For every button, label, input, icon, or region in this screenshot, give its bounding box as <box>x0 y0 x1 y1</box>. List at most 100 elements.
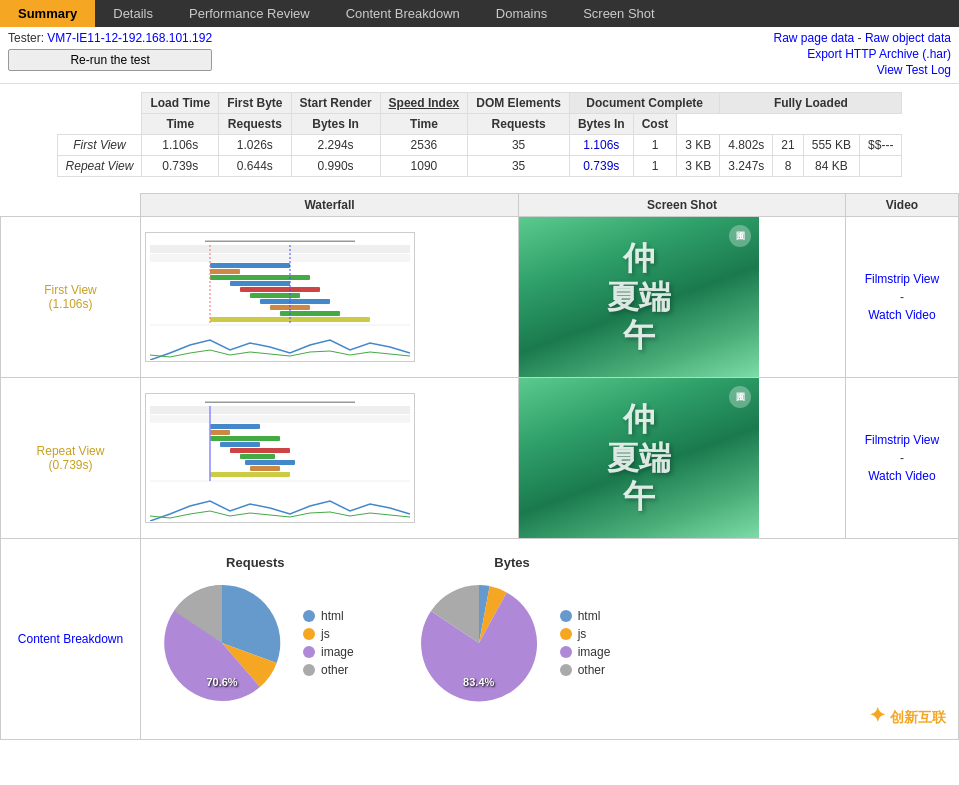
svg-rect-20 <box>220 442 260 447</box>
header-left: Tester: VM7-IE11-12-192.168.101.192 Re-r… <box>8 31 212 79</box>
repeat-view-filmstrip-link[interactable]: Filmstrip View <box>865 433 939 447</box>
doc-time-1: 0.739s <box>569 156 633 177</box>
views-table: Waterfall Screen Shot Video First View (… <box>0 193 959 539</box>
svg-rect-16 <box>150 415 410 423</box>
bytes-other-dot <box>560 664 572 676</box>
rerun-button[interactable]: Re-run the test <box>8 49 212 71</box>
fl-time-1: 3.247s <box>720 156 773 177</box>
col-load-time: Load Time <box>142 93 219 114</box>
bytes-legend-image: image <box>560 645 611 659</box>
svg-rect-8 <box>260 299 330 304</box>
svg-rect-22 <box>240 454 275 459</box>
nav-item-screen-shot[interactable]: Screen Shot <box>565 0 673 27</box>
svg-rect-6 <box>240 287 320 292</box>
nav-item-content-breakdown[interactable]: Content Breakdown <box>328 0 478 27</box>
first-view-video: Filmstrip View - Watch Video <box>845 217 958 378</box>
doc-time-header: Time <box>142 114 219 135</box>
metrics-row-0: First View 1.106s 1.026s 2.294s 2536 35 … <box>57 135 902 156</box>
tester-label: Tester: <box>8 31 44 45</box>
fl-time-header: Time <box>380 114 468 135</box>
bytes-percentage: 83.4% <box>463 676 494 688</box>
svg-rect-18 <box>210 430 230 435</box>
repeat-view-label: Repeat View (0.739s) <box>1 378 141 539</box>
footer-logo-area: ✦ 创新互联 <box>857 539 958 739</box>
bytes-html-dot <box>560 610 572 622</box>
bytes-legend-js: js <box>560 627 611 641</box>
bytes-legend: html js image other <box>560 609 611 677</box>
fully-loaded-header: Fully Loaded <box>720 93 902 114</box>
doc-requests-0: 1 <box>633 135 677 156</box>
fl-requests-header: Requests <box>468 114 570 135</box>
svg-rect-2 <box>210 263 290 268</box>
svg-rect-21 <box>230 448 290 453</box>
svg-rect-4 <box>210 275 310 280</box>
raw-page-link[interactable]: Raw page data <box>774 31 855 45</box>
fl-time-0: 4.802s <box>720 135 773 156</box>
fl-requests-1: 8 <box>773 156 803 177</box>
requests-legend-other: other <box>303 663 354 677</box>
first-view-watch-link[interactable]: Watch Video <box>868 308 935 322</box>
other-label: other <box>321 663 348 677</box>
bytes-chart: Bytes 83.4% <box>414 555 611 723</box>
content-breakdown-link[interactable]: Content Breakdown <box>18 632 123 646</box>
repeat-view-waterfall[interactable]: ▬▬▬▬▬▬▬▬▬▬▬▬▬▬▬▬▬▬▬▬▬▬▬▬▬▬▬▬▬▬ <box>141 378 519 539</box>
bytes-pie-svg <box>414 578 544 708</box>
requests-legend-js: js <box>303 627 354 641</box>
requests-title: Requests <box>226 555 285 570</box>
nav-item-details[interactable]: Details <box>95 0 171 27</box>
col-dom-elements: DOM Elements <box>468 93 570 114</box>
bytes-js-dot <box>560 628 572 640</box>
bytes-image-dot <box>560 646 572 658</box>
nav-item-performance-review[interactable]: Performance Review <box>171 0 328 27</box>
image-dot <box>303 646 315 658</box>
requests-pie-svg <box>157 578 287 708</box>
nav-item-summary[interactable]: Summary <box>0 0 95 27</box>
svg-rect-0 <box>150 245 410 253</box>
requests-chart-area: 70.6% html js image <box>157 578 354 708</box>
tester-link[interactable]: VM7-IE11-12-192.168.101.192 <box>47 31 212 45</box>
repeat-view-video: Filmstrip View - Watch Video <box>845 378 958 539</box>
requests-percentage: 70.6% <box>206 676 237 688</box>
first-view-label: First View (1.106s) <box>1 217 141 378</box>
content-breakdown-section: Content Breakdown Requests 70.6% <box>0 539 959 740</box>
doc-bytes-0: 3 KB <box>677 135 720 156</box>
dom-elements-0: 35 <box>468 135 570 156</box>
fl-cost-header: Cost <box>633 114 677 135</box>
svg-rect-17 <box>210 424 260 429</box>
bytes-pie: 83.4% <box>414 578 544 708</box>
repeat-view-watch-link[interactable]: Watch Video <box>868 469 935 483</box>
bytes-legend-html: html <box>560 609 611 623</box>
first-view-waterfall[interactable]: ▬▬▬▬▬▬▬▬▬▬▬▬▬▬▬▬▬▬▬▬▬▬▬▬▬▬▬▬▬▬ <box>141 217 519 378</box>
waterfall-header: Waterfall <box>141 194 519 217</box>
bytes-image-label: image <box>578 645 611 659</box>
view-test-link[interactable]: View Test Log <box>877 63 951 77</box>
load-time-1: 0.739s <box>142 156 219 177</box>
row-label-0: First View <box>57 135 142 156</box>
bytes-legend-other: other <box>560 663 611 677</box>
fl-bytes-0: 555 KB <box>803 135 859 156</box>
requests-legend: html js image other <box>303 609 354 677</box>
svg-rect-25 <box>210 472 290 477</box>
video-header: Video <box>845 194 958 217</box>
html-dot <box>303 610 315 622</box>
metrics-row-1: Repeat View 0.739s 0.644s 0.990s 1090 35… <box>57 156 902 177</box>
export-http-link[interactable]: Export HTTP Archive (.har) <box>807 47 951 61</box>
first-view-filmstrip-link[interactable]: Filmstrip View <box>865 272 939 286</box>
requests-chart: Requests 70.6% html <box>157 555 354 723</box>
dom-elements-1: 35 <box>468 156 570 177</box>
header: Tester: VM7-IE11-12-192.168.101.192 Re-r… <box>0 27 959 84</box>
doc-bytes-header: Bytes In <box>291 114 380 135</box>
header-right: Raw page data - Raw object data Export H… <box>774 31 951 79</box>
row-label-1: Repeat View <box>57 156 142 177</box>
bytes-chart-area: 83.4% html js image <box>414 578 611 708</box>
svg-rect-7 <box>250 293 300 298</box>
repeat-view-row: Repeat View (0.739s) ▬▬▬▬▬▬▬▬▬▬▬▬▬▬▬▬▬▬▬… <box>1 378 959 539</box>
raw-object-link[interactable]: Raw object data <box>865 31 951 45</box>
col-start-render: Start Render <box>291 93 380 114</box>
metrics-table: Load Time First Byte Start Render Speed … <box>57 92 903 177</box>
requests-legend-html: html <box>303 609 354 623</box>
nav-item-domains[interactable]: Domains <box>478 0 565 27</box>
start-render-0: 2.294s <box>291 135 380 156</box>
cb-label-cell: Content Breakdown <box>1 539 141 739</box>
start-render-1: 0.990s <box>291 156 380 177</box>
